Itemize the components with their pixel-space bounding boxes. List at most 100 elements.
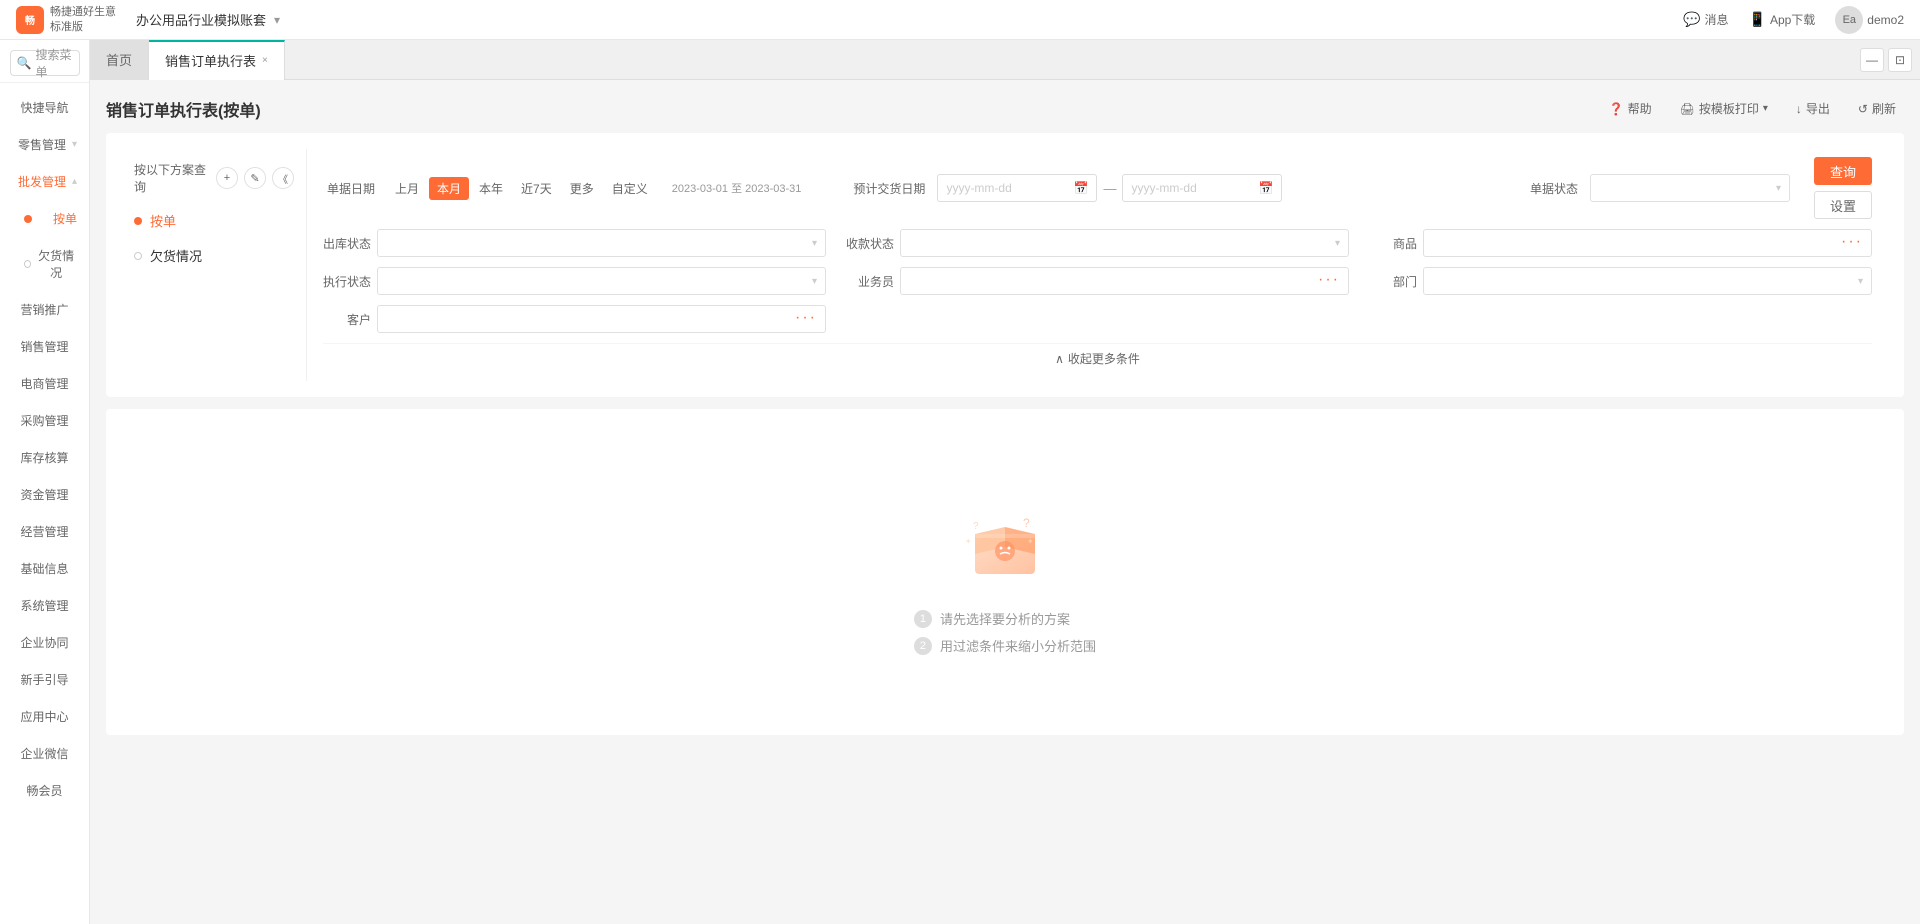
app-download-btn[interactable]: 📱 App下载 [1749,11,1816,28]
order-status-select[interactable]: ▾ [1590,174,1790,202]
calendar-to-icon: 📅 [1258,181,1273,195]
sidebar-item-system[interactable]: 系统管理 [0,587,89,624]
expected-date-from[interactable]: yyyy-mm-dd 📅 [937,174,1097,202]
sidebar-item-ops[interactable]: 经营管理 [0,513,89,550]
salesperson-dots-icon: ··· [1318,271,1340,289]
sidebar-item-inventory[interactable]: 库存核算 [0,439,89,476]
help-btn[interactable]: ❓ 帮助 [1601,96,1660,121]
empty-state-tips: 1 请先选择要分析的方案 2 用过滤条件来缩小分析范围 [914,609,1096,655]
filter-main: 按以下方案查询 + ✎ 《 [122,149,1888,381]
scheme-dot-欠货 [134,252,142,260]
app-download-icon: 📱 [1749,11,1766,28]
sidebar-item-member[interactable]: 畅会员 [0,772,89,809]
message-btn[interactable]: 💬 消息 [1683,11,1728,28]
collapse-more-btn[interactable]: ∧ 收起更多条件 [1055,350,1140,367]
expected-date-to[interactable]: yyyy-mm-dd 📅 [1122,174,1282,202]
tab-maximize-btn[interactable]: ⊡ [1888,48,1912,72]
order-status-chevron: ▾ [1776,183,1781,194]
exec-status-select[interactable]: ▾ [377,267,826,295]
sidebar-item-quick-nav[interactable]: 快捷导航 [0,89,89,126]
sidebar-item-retail[interactable]: 零售管理 ▾ [0,126,89,163]
sidebar-sub-欠货情况[interactable]: 欠货情况 [0,237,89,291]
scheme-item-欠货[interactable]: 欠货情况 [122,238,306,273]
dq-btn-last-month[interactable]: 上月 [387,177,427,200]
user-area[interactable]: Ea demo2 [1835,6,1904,34]
sidebar-item-guide[interactable]: 新手引导 [0,661,89,698]
avatar: Ea [1835,6,1863,34]
collect-status-select[interactable]: ▾ [900,229,1349,257]
tab-minimize-btn[interactable]: — [1860,48,1884,72]
sidebar-item-sales[interactable]: 销售管理 [0,328,89,365]
refresh-btn[interactable]: ↺ 刷新 [1850,96,1904,121]
sub-label-欠货: 欠货情况 [35,247,77,281]
salesperson-select[interactable]: ··· [900,267,1349,295]
out-status-select[interactable]: ▾ [377,229,826,257]
sidebar-nav: 快捷导航 零售管理 ▾ 批发管理 ▴ 按单 欠货情况 营销推广 销售 [0,83,89,815]
tab-active[interactable]: 销售订单执行表 × [149,40,285,80]
svg-text:✦: ✦ [965,537,972,546]
tab-close-icon[interactable]: × [262,55,268,66]
product-label: 商品 [1369,235,1417,252]
empty-tip-2: 2 用过滤条件来缩小分析范围 [914,636,1096,655]
main-layout: 🔍 搜索菜单 快捷导航 零售管理 ▾ 批发管理 ▴ 按单 欠货情况 [0,40,1920,924]
calendar-from-icon: 📅 [1073,181,1088,195]
page-header: 销售订单执行表(按单) ❓ 帮助 🖨 按模板打印 ▾ ↓ 导出 [106,96,1904,121]
collapse-more-label: 收起更多条件 [1068,350,1140,367]
logo-area: 畅 畅捷通好生意 标准版 [16,5,116,34]
export-icon: ↓ [1796,102,1802,116]
apps-label: 应用中心 [12,708,77,725]
sidebar-item-finance[interactable]: 资金管理 [0,476,89,513]
finance-label: 资金管理 [12,486,77,503]
search-btn[interactable]: 查询 [1814,157,1872,185]
sidebar-item-marketing[interactable]: 营销推广 [0,291,89,328]
exec-status-chevron: ▾ [812,276,817,287]
scheme-edit-btn[interactable]: ✎ [244,167,266,189]
guide-label: 新手引导 [12,671,77,688]
date-label: 单据日期 [323,180,375,197]
sidebar-item-wholesale[interactable]: 批发管理 ▴ [0,163,89,200]
scheme-dot-按单 [134,217,142,225]
refresh-icon: ↺ [1858,102,1868,116]
app-download-label: App下载 [1770,11,1815,28]
print-btn[interactable]: 🖨 按模板打印 ▾ [1672,96,1776,121]
tip-num-2: 2 [914,637,932,655]
dq-btn-more[interactable]: 更多 [562,177,602,200]
out-status-label: 出库状态 [323,235,371,252]
export-btn[interactable]: ↓ 导出 [1788,96,1838,121]
setting-btn[interactable]: 设置 [1814,191,1872,219]
sidebar-item-purchase[interactable]: 采购管理 [0,402,89,439]
dept-select[interactable]: ▾ [1423,267,1872,295]
collapse-icon: 《 [278,171,288,186]
search-menu-btn[interactable]: 🔍 搜索菜单 [10,50,80,76]
dq-btn-custom[interactable]: 自定义 [604,177,656,200]
scheme-add-btn[interactable]: + [216,167,238,189]
sidebar-item-ecommerce[interactable]: 电商管理 [0,365,89,402]
tip-num-1: 1 [914,610,932,628]
top-bar: 畅 畅捷通好生意 标准版 办公用品行业模拟账套 ▾ 💬 消息 📱 App下载 E… [0,0,1920,40]
scheme-collapse-btn[interactable]: 《 [272,167,294,189]
sidebar-item-collab[interactable]: 企业协同 [0,624,89,661]
scheme-item-按单[interactable]: 按单 [122,203,306,238]
top-bar-left: 畅 畅捷通好生意 标准版 办公用品行业模拟账套 ▾ [16,5,280,34]
customer-select[interactable]: ··· [377,305,826,333]
dq-btn-7days[interactable]: 近7天 [513,177,560,200]
scheme-label-按单: 按单 [150,211,176,230]
dq-btn-this-month[interactable]: 本月 [429,177,469,200]
sidebar-item-apps[interactable]: 应用中心 [0,698,89,735]
product-select[interactable]: ··· [1423,229,1872,257]
sidebar: 🔍 搜索菜单 快捷导航 零售管理 ▾ 批发管理 ▴ 按单 欠货情况 [0,40,90,924]
date-from-placeholder: yyyy-mm-dd [946,181,1011,195]
tab-home[interactable]: 首页 [90,40,149,80]
collect-status-field: 收款状态 ▾ [846,229,1349,257]
customer-dots-icon: ··· [795,309,817,327]
sidebar-item-basic[interactable]: 基础信息 [0,550,89,587]
collapse-more-icon: ∧ [1055,352,1064,366]
message-label: 消息 [1704,11,1728,28]
app-title-arrow[interactable]: ▾ [274,13,280,27]
sidebar-item-wechat[interactable]: 企业微信 [0,735,89,772]
salesperson-label: 业务员 [846,273,894,290]
sub-dot-欠货 [24,260,31,268]
sidebar-sub-按单[interactable]: 按单 [0,200,89,237]
help-label: 帮助 [1628,100,1652,117]
dq-btn-this-year[interactable]: 本年 [471,177,511,200]
